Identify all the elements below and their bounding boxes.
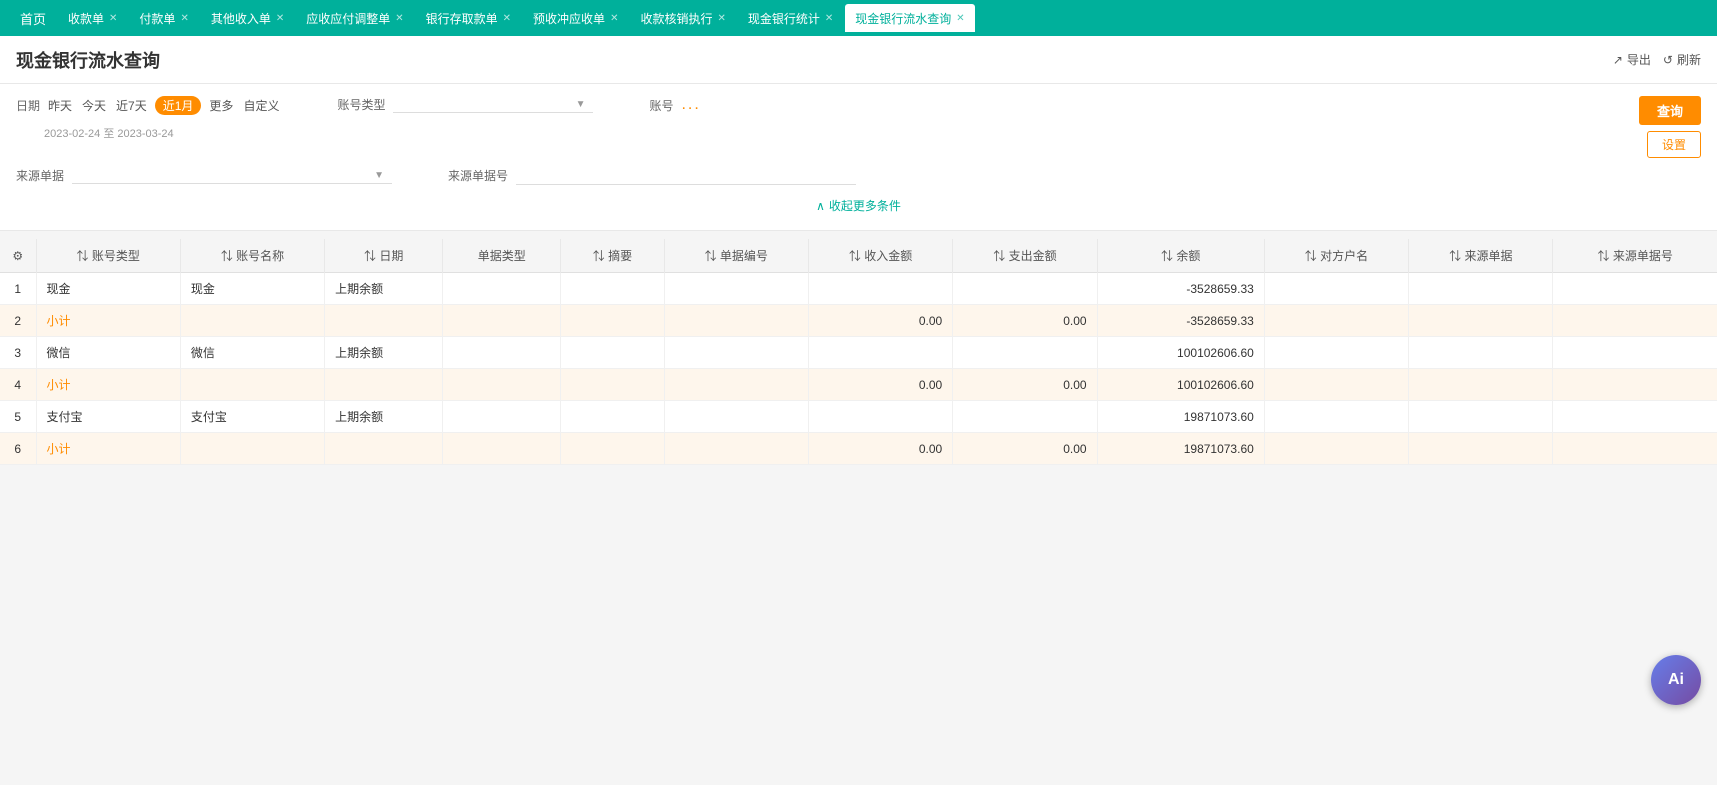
account-type-label: 账号类型 bbox=[337, 96, 385, 113]
sort-icon: ⇅ bbox=[1598, 249, 1610, 263]
source-doc-no-input[interactable] bbox=[516, 166, 856, 185]
tab-close-icon[interactable]: ✕ bbox=[825, 13, 833, 24]
nav-tab-tab-collect-exec[interactable]: 收款核销执行✕ bbox=[630, 4, 735, 32]
table-row: 6小计0.000.0019871073.60 bbox=[0, 433, 1717, 465]
sort-icon: ⇅ bbox=[364, 249, 376, 263]
filter-area: 日期 昨天 今天 近7天 近1月 更多 自定义 2023-02-24 至 202… bbox=[0, 84, 1717, 231]
col-settings[interactable]: ⚙ bbox=[0, 239, 36, 273]
sort-icon: ⇅ bbox=[1305, 249, 1317, 263]
nav-tab-tab-receivable-adjust[interactable]: 应收应付调整单✕ bbox=[296, 4, 413, 32]
sort-icon: ⇅ bbox=[1449, 249, 1461, 263]
col-balance-header[interactable]: ⇅ 余额 bbox=[1097, 239, 1264, 273]
col-summary-header[interactable]: ⇅ 摘要 bbox=[561, 239, 664, 273]
tab-close-icon[interactable]: ✕ bbox=[610, 13, 618, 24]
date-shortcut-1month[interactable]: 近1月 bbox=[155, 96, 202, 115]
export-button[interactable]: ↗ 导出 bbox=[1613, 51, 1651, 68]
ai-badge[interactable]: Ai bbox=[1651, 655, 1701, 705]
table-row: 2小计0.000.00-3528659.33 bbox=[0, 305, 1717, 337]
account-label: 账号 bbox=[649, 97, 673, 114]
account-type-select[interactable]: ▼ bbox=[393, 97, 593, 113]
table-header-row: ⚙ ⇅ 账号类型 ⇅ 账号名称 ⇅ 日期 单据类型 ⇅ 摘要 ⇅ 单据编号 bbox=[0, 239, 1717, 273]
table-row: 5支付宝支付宝上期余额19871073.60 bbox=[0, 401, 1717, 433]
table-body: 1现金现金上期余额-3528659.332小计0.000.00-3528659.… bbox=[0, 273, 1717, 465]
date-shortcut-custom[interactable]: 自定义 bbox=[241, 96, 281, 115]
date-shortcuts: 昨天 今天 近7天 近1月 更多 自定义 bbox=[46, 96, 281, 115]
table-row: 4小计0.000.00100102606.60 bbox=[0, 369, 1717, 401]
source-doc-label: 来源单据 bbox=[16, 167, 64, 184]
data-table: ⚙ ⇅ 账号类型 ⇅ 账号名称 ⇅ 日期 单据类型 ⇅ 摘要 ⇅ 单据编号 bbox=[0, 239, 1717, 465]
sort-icon: ⇅ bbox=[705, 249, 717, 263]
nav-home[interactable]: 首页 bbox=[8, 9, 58, 28]
settings-icon: ⚙ bbox=[12, 249, 23, 263]
table-container: ⚙ ⇅ 账号类型 ⇅ 账号名称 ⇅ 日期 单据类型 ⇅ 摘要 ⇅ 单据编号 bbox=[0, 239, 1717, 465]
account-more-button[interactable]: ... bbox=[681, 96, 700, 114]
nav-tab-tab-cash-bank-stats[interactable]: 现金银行统计✕ bbox=[738, 4, 843, 32]
header-bar: 现金银行流水查询 ↗ 导出 ↺ 刷新 bbox=[0, 36, 1717, 84]
page-title: 现金银行流水查询 bbox=[16, 47, 160, 73]
source-doc-select[interactable]: ▼ bbox=[72, 168, 392, 184]
top-nav: 首页 收款单✕付款单✕其他收入单✕应收应付调整单✕银行存取款单✕预收冲应收单✕收… bbox=[0, 0, 1717, 36]
date-shortcut-more[interactable]: 更多 bbox=[207, 96, 235, 115]
tab-close-icon[interactable]: ✕ bbox=[180, 13, 188, 24]
nav-tab-tab-other-income[interactable]: 其他收入单✕ bbox=[201, 4, 294, 32]
nav-tabs: 收款单✕付款单✕其他收入单✕应收应付调整单✕银行存取款单✕预收冲应收单✕收款核销… bbox=[58, 4, 977, 32]
col-date-header[interactable]: ⇅ 日期 bbox=[325, 239, 443, 273]
account-type-arrow-icon: ▼ bbox=[576, 99, 586, 110]
col-expense-header[interactable]: ⇅ 支出金额 bbox=[953, 239, 1097, 273]
sort-icon: ⇅ bbox=[993, 249, 1005, 263]
sort-icon: ⇅ bbox=[1161, 249, 1173, 263]
refresh-button[interactable]: ↺ 刷新 bbox=[1663, 51, 1701, 68]
source-doc-no-label: 来源单据号 bbox=[448, 167, 508, 184]
sort-icon: ⇅ bbox=[76, 249, 88, 263]
col-doc-type-header[interactable]: 单据类型 bbox=[443, 239, 561, 273]
col-counterpart-header[interactable]: ⇅ 对方户名 bbox=[1264, 239, 1408, 273]
refresh-icon: ↺ bbox=[1663, 53, 1673, 67]
table-row: 1现金现金上期余额-3528659.33 bbox=[0, 273, 1717, 305]
date-label: 日期 bbox=[16, 97, 40, 114]
nav-tab-tab-bank-deposit[interactable]: 银行存取款单✕ bbox=[416, 4, 521, 32]
tab-close-icon[interactable]: ✕ bbox=[276, 13, 284, 24]
sort-icon: ⇅ bbox=[849, 249, 861, 263]
header-actions: ↗ 导出 ↺ 刷新 bbox=[1613, 51, 1701, 68]
nav-tab-tab-payment[interactable]: 付款单✕ bbox=[129, 4, 198, 32]
col-account-type-header[interactable]: ⇅ 账号类型 bbox=[36, 239, 180, 273]
nav-tab-tab-cash-bank-flow[interactable]: 现金银行流水查询✕ bbox=[845, 4, 974, 32]
col-source-doc-no-header[interactable]: ⇅ 来源单据号 bbox=[1553, 239, 1717, 273]
col-source-doc-header[interactable]: ⇅ 来源单据 bbox=[1409, 239, 1553, 273]
tab-close-icon[interactable]: ✕ bbox=[717, 13, 725, 24]
col-doc-no-header[interactable]: ⇅ 单据编号 bbox=[664, 239, 808, 273]
collapse-icon: ∧ bbox=[816, 199, 825, 213]
sort-icon: ⇅ bbox=[593, 249, 605, 263]
query-button[interactable]: 查询 bbox=[1639, 96, 1701, 125]
date-shortcut-yesterday[interactable]: 昨天 bbox=[46, 96, 74, 115]
tab-close-icon[interactable]: ✕ bbox=[395, 13, 403, 24]
table-row: 3微信微信上期余额100102606.60 bbox=[0, 337, 1717, 369]
tab-close-icon[interactable]: ✕ bbox=[109, 13, 117, 24]
sort-icon: ⇅ bbox=[221, 249, 233, 263]
col-account-name-header[interactable]: ⇅ 账号名称 bbox=[180, 239, 324, 273]
settings-button[interactable]: 设置 bbox=[1647, 131, 1701, 158]
nav-tab-tab-receipt[interactable]: 收款单✕ bbox=[58, 4, 127, 32]
nav-tab-tab-prepay-offset[interactable]: 预收冲应收单✕ bbox=[523, 4, 628, 32]
collapse-button[interactable]: ∧ 收起更多条件 bbox=[816, 193, 901, 218]
tab-close-icon[interactable]: ✕ bbox=[956, 13, 964, 24]
date-shortcut-7days[interactable]: 近7天 bbox=[114, 96, 149, 115]
col-income-header[interactable]: ⇅ 收入金额 bbox=[808, 239, 952, 273]
date-range: 2023-02-24 至 2023-03-24 bbox=[44, 125, 174, 141]
export-icon: ↗ bbox=[1613, 53, 1623, 67]
tab-close-icon[interactable]: ✕ bbox=[503, 13, 511, 24]
source-doc-arrow-icon: ▼ bbox=[374, 170, 384, 181]
date-shortcut-today[interactable]: 今天 bbox=[80, 96, 108, 115]
